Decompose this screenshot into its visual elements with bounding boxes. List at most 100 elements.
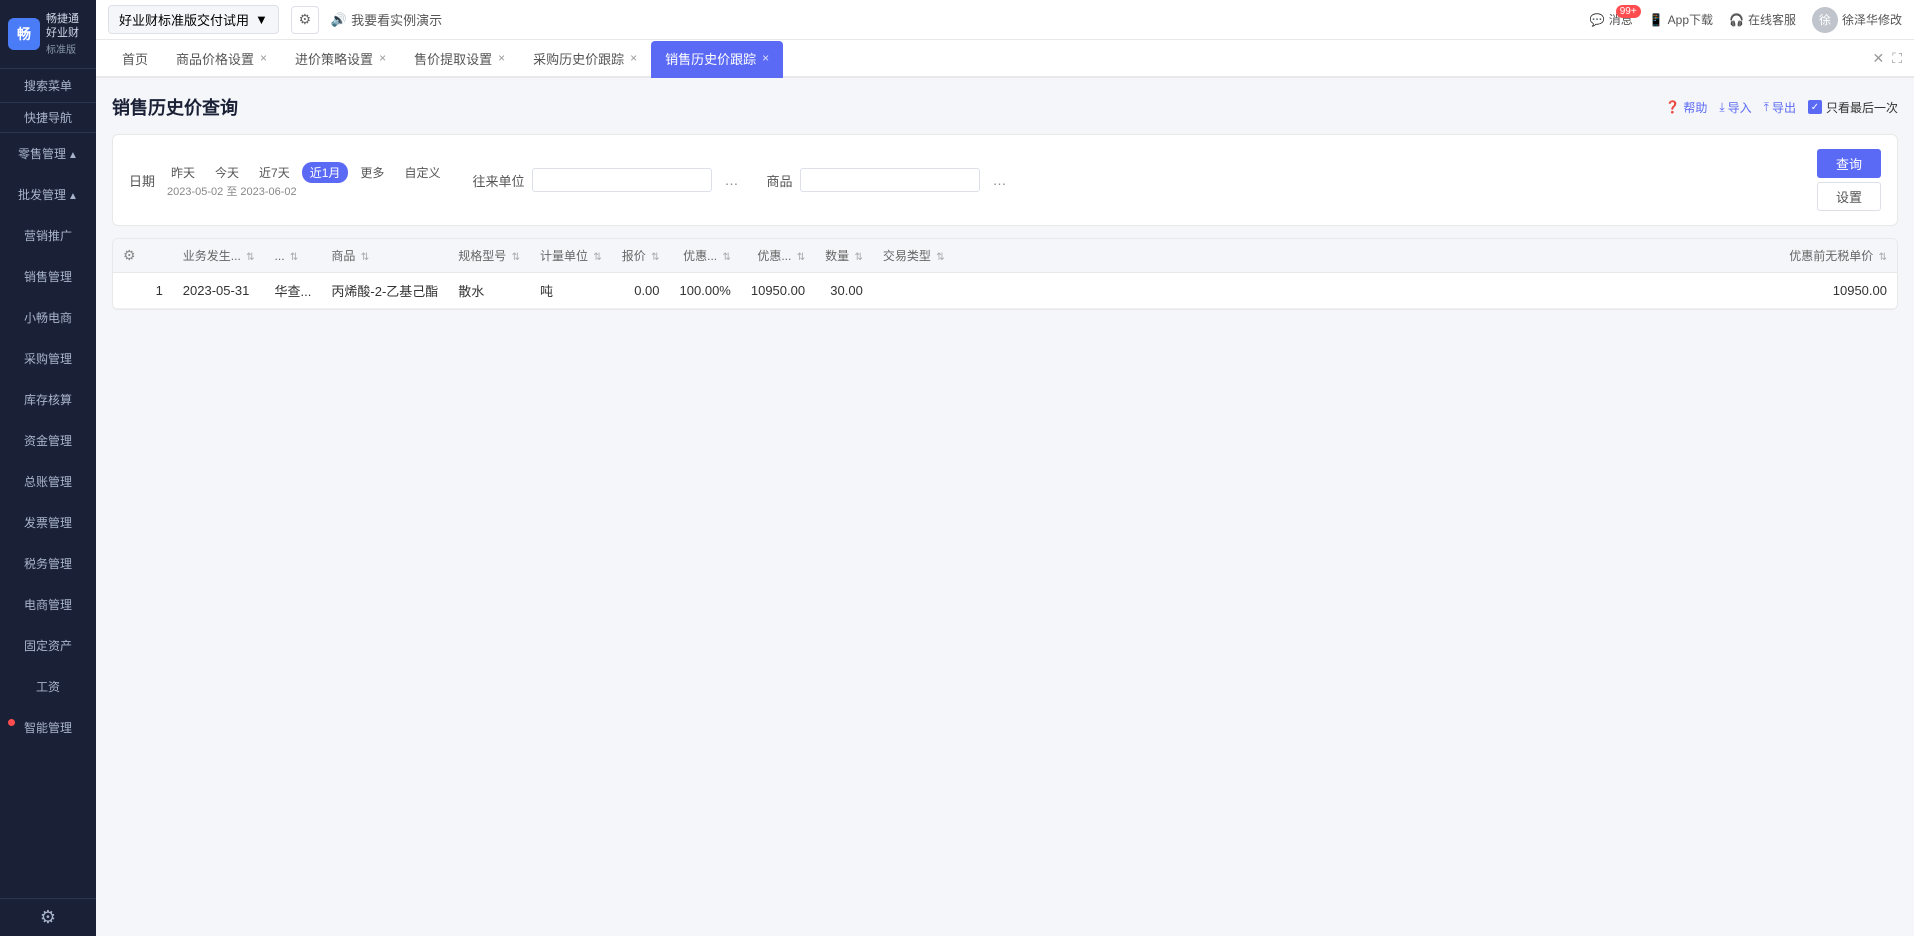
import-button[interactable]: ⤓ 导入	[1719, 99, 1751, 116]
col-product[interactable]: 商品 ⇅	[321, 239, 448, 273]
topbar-right: 💬 消息 99+ 📱 App下载 🎧 在线客服 徐 徐泽华修改	[1590, 7, 1902, 33]
sort-icon-spec: ⇅	[512, 252, 520, 263]
col-settings: ⚙	[113, 239, 146, 273]
page-actions: ❓ 帮助 ⤓ 导入 ⤒ 导出 ✓ 只看最后一次	[1665, 99, 1898, 116]
content-area: 销售历史价查询 ❓ 帮助 ⤓ 导入 ⤒ 导出 ✓ 只看最后一次	[96, 78, 1914, 936]
product-input[interactable]	[800, 168, 980, 192]
col-spec[interactable]: 规格型号 ⇅	[448, 239, 530, 273]
tab-sell-price[interactable]: 售价提取设置 ×	[400, 41, 519, 78]
product-label: 商品	[766, 171, 792, 190]
col-business-date[interactable]: 业务发生... ⇅	[173, 239, 265, 273]
tab-purchase-strategy-close[interactable]: ×	[379, 51, 386, 65]
sidebar-search[interactable]: 搜索菜单	[0, 69, 96, 103]
sidebar-item-sales[interactable]: 销售管理	[0, 256, 96, 297]
tab-sell-price-label: 售价提取设置	[414, 49, 492, 68]
row-discount-val: 10950.00	[741, 273, 815, 309]
col-unit[interactable]: 计量单位 ⇅	[530, 239, 612, 273]
app-edition: 标准版	[46, 41, 88, 56]
tab-price-settings[interactable]: 商品价格设置 ×	[162, 41, 281, 78]
col-transaction-type[interactable]: 交易类型 ⇅	[873, 239, 955, 273]
sidebar-item-asset[interactable]: 固定资产	[0, 625, 96, 666]
date-label: 日期	[129, 171, 155, 190]
sort-icon-price: ⇅	[651, 252, 659, 263]
sidebar-item-xiaochangec[interactable]: 小畅电商	[0, 297, 96, 338]
col-pretax-price[interactable]: 优惠前无税单价 ⇅	[1779, 239, 1897, 273]
window-maximize-button[interactable]: ⛶	[1892, 50, 1902, 67]
supplier-label: 往来单位	[472, 171, 524, 190]
customer-service-icon: 🎧	[1729, 13, 1744, 27]
sidebar-item-inventory[interactable]: 库存核算	[0, 379, 96, 420]
sidebar-item-wholesale[interactable]: 批发管理▲	[0, 174, 96, 215]
tab-purchase-history-close[interactable]: ×	[630, 51, 637, 65]
sidebar-item-finance[interactable]: 资金管理	[0, 420, 96, 461]
tab-purchase-history[interactable]: 采购历史价跟踪 ×	[519, 41, 651, 78]
sidebar-item-salary[interactable]: 工资	[0, 666, 96, 707]
row-discount-pct: 100.00%	[670, 273, 741, 309]
date-last7[interactable]: 近7天	[251, 162, 298, 183]
export-button[interactable]: ⤒ 导出	[1764, 99, 1796, 116]
help-button[interactable]: ❓ 帮助	[1665, 99, 1707, 116]
sidebar-item-purchase[interactable]: 采购管理	[0, 338, 96, 379]
sidebar-item-general[interactable]: 总账管理	[0, 461, 96, 502]
row-business-date: 2023-05-31	[173, 273, 265, 309]
sidebar-quick-nav[interactable]: 快捷导航	[0, 103, 96, 133]
date-last1month[interactable]: 近1月	[302, 162, 349, 183]
supplier-input[interactable]	[532, 168, 712, 192]
col-discount-val[interactable]: 优惠... ⇅	[741, 239, 815, 273]
product-field: 商品 …	[766, 168, 1010, 192]
customer-service-button[interactable]: 🎧 在线客服	[1729, 11, 1796, 28]
product-dots-button[interactable]: …	[988, 170, 1010, 190]
col-quantity[interactable]: 数量 ⇅	[815, 239, 873, 273]
tab-home[interactable]: 首页	[108, 41, 162, 78]
app-download-button[interactable]: 📱 App下载	[1649, 11, 1713, 28]
topbar-settings-button[interactable]: ⚙	[291, 6, 319, 34]
sidebar-item-tax[interactable]: 税务管理	[0, 543, 96, 584]
col-discount-pct[interactable]: 优惠... ⇅	[670, 239, 741, 273]
sort-icon-discount-val: ⇅	[797, 252, 805, 263]
sidebar-item-smart[interactable]: 智能管理	[0, 707, 96, 748]
data-table: ⚙ 业务发生... ⇅ ... ⇅ 商品 ⇅	[112, 238, 1898, 310]
date-options: 昨天 今天 近7天 近1月 更多 自定义	[163, 162, 448, 183]
date-field: 日期 昨天 今天 近7天 近1月 更多 自定义 2023-05-02 至 202…	[129, 162, 448, 199]
user-info[interactable]: 徐 徐泽华修改	[1812, 7, 1902, 33]
message-button[interactable]: 💬 消息 99+	[1590, 11, 1633, 28]
tab-price-settings-close[interactable]: ×	[260, 51, 267, 65]
only-last-checkbox[interactable]: ✓ 只看最后一次	[1808, 99, 1898, 116]
sort-icon-extra: ⇅	[290, 252, 298, 263]
sidebar-item-ecommerce[interactable]: 电商管理	[0, 584, 96, 625]
tab-purchase-strategy[interactable]: 进价策略设置 ×	[281, 41, 400, 78]
date-more[interactable]: 更多	[352, 162, 392, 183]
user-name: 徐泽华修改	[1842, 11, 1902, 28]
supplier-dots-button[interactable]: …	[720, 170, 742, 190]
logo-icon: 畅	[8, 18, 40, 50]
sidebar-settings-icon[interactable]: ⚙	[0, 898, 96, 936]
window-close-button[interactable]: ✕	[1872, 50, 1884, 67]
app-download-icon: 📱	[1649, 13, 1664, 27]
sidebar-item-retail[interactable]: 零售管理▲	[0, 133, 96, 174]
tab-purchase-strategy-label: 进价策略设置	[295, 49, 373, 68]
tab-sell-price-close[interactable]: ×	[498, 51, 505, 65]
main-area: 好业财标准版交付试用 ▼ ⚙ 🔊 我要看实例演示 💬 消息 99+ 📱 App下…	[96, 0, 1914, 936]
demo-button[interactable]: 🔊 我要看实例演示	[331, 10, 442, 29]
table-header-row: ⚙ 业务发生... ⇅ ... ⇅ 商品 ⇅	[113, 239, 1897, 273]
tab-sales-history-close[interactable]: ×	[762, 51, 769, 65]
tab-selector[interactable]: 好业财标准版交付试用 ▼	[108, 5, 279, 34]
tab-sales-history[interactable]: 销售历史价跟踪 ×	[651, 41, 783, 78]
date-yesterday[interactable]: 昨天	[163, 162, 203, 183]
col-extra[interactable]: ... ⇅	[265, 239, 322, 273]
settings-button[interactable]: 设置	[1817, 182, 1881, 211]
sort-icon-product: ⇅	[361, 252, 369, 263]
table-settings-icon[interactable]: ⚙	[123, 247, 136, 263]
col-price[interactable]: 报价 ⇅	[612, 239, 670, 273]
query-actions: 查询 设置	[1817, 149, 1881, 211]
sidebar-item-marketing[interactable]: 营销推广	[0, 215, 96, 256]
sort-icon-pretax-price: ⇅	[1879, 252, 1887, 263]
topbar: 好业财标准版交付试用 ▼ ⚙ 🔊 我要看实例演示 💬 消息 99+ 📱 App下…	[96, 0, 1914, 40]
row-product: 丙烯酸-2-乙基己酯	[321, 273, 448, 309]
sidebar-item-invoice[interactable]: 发票管理	[0, 502, 96, 543]
date-today[interactable]: 今天	[207, 162, 247, 183]
date-custom[interactable]: 自定义	[396, 162, 448, 183]
page-header: 销售历史价查询 ❓ 帮助 ⤓ 导入 ⤒ 导出 ✓ 只看最后一次	[112, 94, 1898, 120]
row-transaction-type	[873, 273, 955, 309]
query-button[interactable]: 查询	[1817, 149, 1881, 178]
